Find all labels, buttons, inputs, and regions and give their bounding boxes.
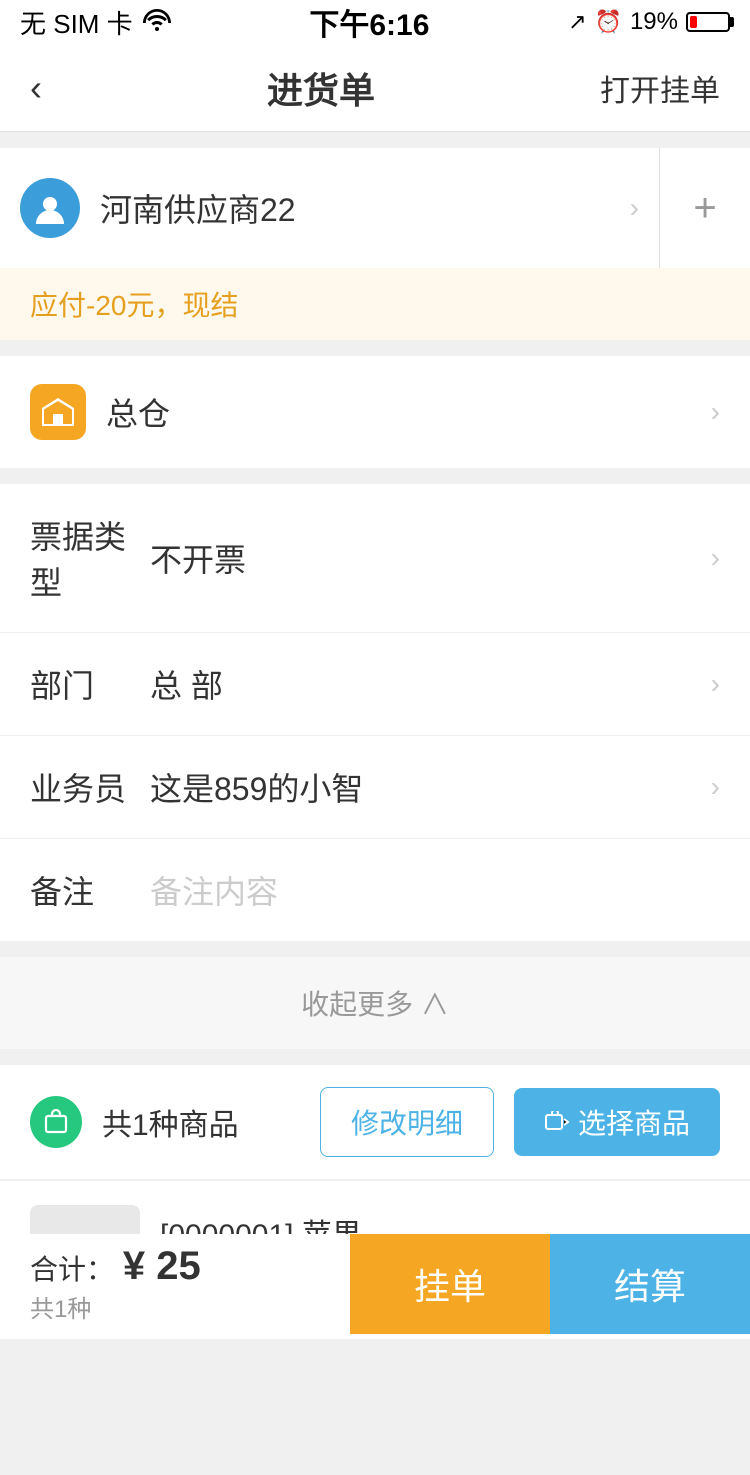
warehouse-row[interactable]: 总仓 › <box>0 356 750 468</box>
department-row[interactable]: 部门 总 部 › <box>0 633 750 736</box>
back-button[interactable]: ‹ <box>30 67 42 109</box>
supplier-avatar <box>20 178 80 238</box>
total-count: 共1种 <box>30 1289 320 1324</box>
wifi-icon <box>143 7 171 38</box>
invoice-row[interactable]: 票据类型 不开票 › <box>0 484 750 633</box>
total-section: 合计： ¥ 25 共1种 <box>0 1244 350 1324</box>
supplier-alert: 应付-20元，现结 <box>0 268 750 340</box>
status-bar: 无 SIM 卡 下午6:16 ↗ ⏰ 19% <box>0 0 750 44</box>
invoice-value: 不开票 <box>150 535 711 581</box>
form-section: 票据类型 不开票 › 部门 总 部 › 业务员 这是859的小智 › 备注 备注… <box>0 484 750 941</box>
open-hang-button[interactable]: 打开挂单 <box>600 66 720 110</box>
total-label: 合计： <box>30 1254 114 1285</box>
page-title: 进货单 <box>267 62 375 114</box>
collapse-button[interactable]: 收起更多 ∧ <box>0 957 750 1049</box>
warehouse-chevron: › <box>711 396 720 428</box>
salesman-row[interactable]: 业务员 这是859的小智 › <box>0 736 750 839</box>
products-icon <box>30 1096 82 1148</box>
supplier-row[interactable]: 河南供应商22 › + <box>0 148 750 268</box>
location-icon: ↗ <box>568 9 586 35</box>
hang-button[interactable]: 挂单 <box>350 1234 550 1334</box>
department-chevron: › <box>711 668 720 700</box>
remark-placeholder[interactable]: 备注内容 <box>150 867 720 913</box>
select-products-label: 选择商品 <box>578 1102 690 1142</box>
select-products-button[interactable]: 选择商品 <box>514 1088 720 1156</box>
battery-icon <box>686 12 730 32</box>
supplier-main[interactable]: 河南供应商22 › <box>0 148 660 268</box>
products-count: 共1种商品 <box>102 1100 300 1144</box>
supplier-chevron: › <box>630 192 639 224</box>
total-amount: ¥ 25 <box>123 1244 201 1288</box>
collapse-label: 收起更多 ∧ <box>301 983 449 1023</box>
warehouse-icon <box>30 384 86 440</box>
checkout-button[interactable]: 结算 <box>550 1234 750 1334</box>
remark-row[interactable]: 备注 备注内容 <box>0 839 750 941</box>
salesman-label: 业务员 <box>30 764 150 810</box>
status-left: 无 SIM 卡 <box>20 4 171 41</box>
nav-bar: ‹ 进货单 打开挂单 <box>0 44 750 132</box>
salesman-chevron: › <box>711 771 720 803</box>
status-right: ↗ ⏰ 19% <box>568 8 730 36</box>
warehouse-name: 总仓 <box>106 389 711 435</box>
department-value: 总 部 <box>150 661 711 707</box>
battery-percent: 19% <box>630 8 678 36</box>
warehouse-section: 总仓 › <box>0 356 750 468</box>
invoice-chevron: › <box>711 542 720 574</box>
supplier-name: 河南供应商22 <box>100 185 630 231</box>
salesman-value: 这是859的小智 <box>150 764 711 810</box>
department-label: 部门 <box>30 661 150 707</box>
products-header: 共1种商品 修改明细 选择商品 <box>0 1065 750 1179</box>
invoice-label: 票据类型 <box>30 512 150 604</box>
status-time: 下午6:16 <box>309 0 429 44</box>
supplier-section: 河南供应商22 › + 应付-20元，现结 <box>0 148 750 340</box>
network-label: 无 SIM 卡 <box>20 4 133 41</box>
bottom-bar: 合计： ¥ 25 共1种 挂单 结算 <box>0 1234 750 1334</box>
remark-label: 备注 <box>30 867 150 913</box>
alarm-icon: ⏰ <box>595 9 622 35</box>
edit-detail-button[interactable]: 修改明细 <box>320 1087 494 1157</box>
add-supplier-button[interactable]: + <box>660 148 750 268</box>
